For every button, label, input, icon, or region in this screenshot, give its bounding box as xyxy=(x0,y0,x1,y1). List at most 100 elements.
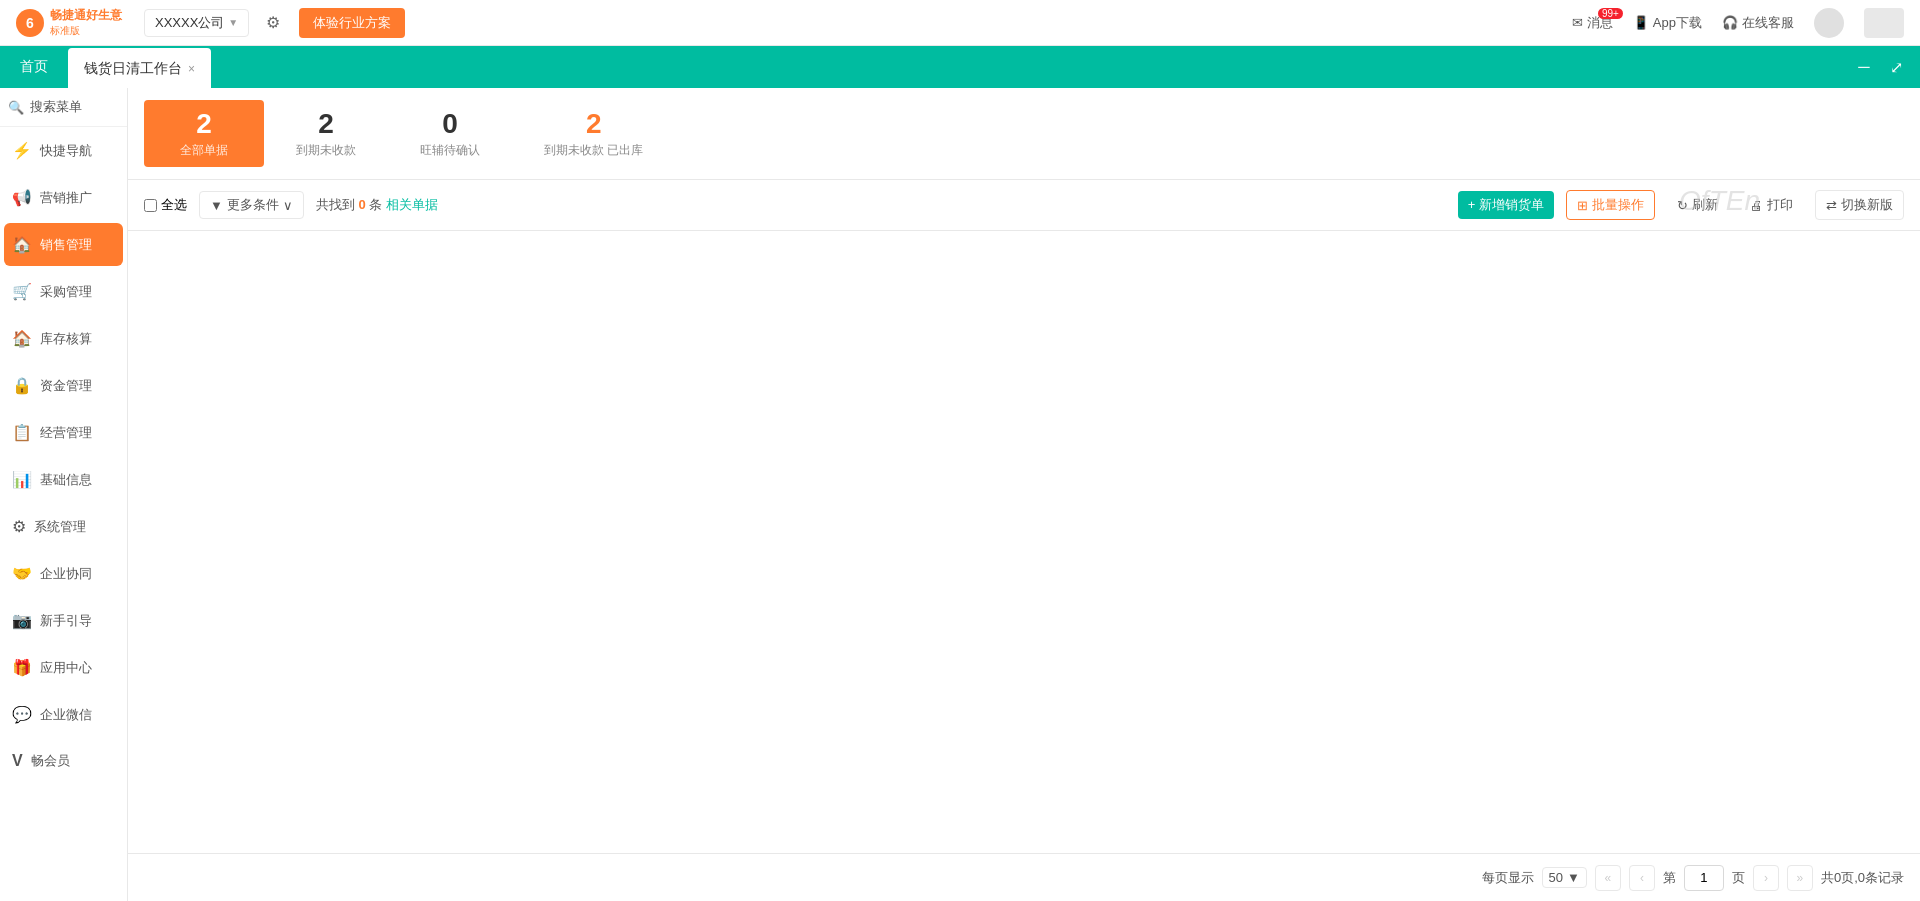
last-page-button[interactable]: » xyxy=(1787,865,1813,891)
sidebar-item-label: 经营管理 xyxy=(40,424,92,442)
stat-card-unshipped[interactable]: 2 到期未收款 已出库 xyxy=(512,100,675,167)
next-page-button[interactable]: › xyxy=(1753,865,1779,891)
filter-icon: ▼ xyxy=(210,198,223,213)
stat-label-unshipped: 到期未收款 已出库 xyxy=(544,142,643,159)
app-download-label: App下载 xyxy=(1653,14,1702,32)
batch-operation-button[interactable]: ⊞ 批量操作 xyxy=(1566,190,1655,220)
cooperation-icon: 🤝 xyxy=(12,564,32,583)
finance-icon: 🔒 xyxy=(12,376,32,395)
online-service-label: 在线客服 xyxy=(1742,14,1794,32)
tab-maximize-button[interactable]: ⤢ xyxy=(1882,53,1910,81)
messages-badge: 99+ xyxy=(1598,8,1623,19)
tab-bar-actions: ─ ⤢ xyxy=(1850,53,1920,81)
guide-icon: 📷 xyxy=(12,611,32,630)
filter-button[interactable]: ▼ 更多条件 ∨ xyxy=(199,191,304,219)
stat-label-all: 全部单据 xyxy=(180,142,228,159)
top-header: 6 畅捷通好生意 标准版 XXXXX公司 ▼ ⚙ 体验行业方案 ✉ 消息 99+… xyxy=(0,0,1920,46)
tab-active-label: 钱货日清工作台 xyxy=(84,60,182,78)
sidebar-item-label: 新手引导 xyxy=(40,612,92,630)
prev-page-button[interactable]: ‹ xyxy=(1629,865,1655,891)
service-icon: 🎧 xyxy=(1722,15,1738,30)
stat-card-all[interactable]: 2 全部单据 xyxy=(144,100,264,167)
select-all-input[interactable] xyxy=(144,199,157,212)
stats-row: 2 全部单据 2 到期未收款 0 旺辅待确认 2 到期未收款 已出库 xyxy=(128,88,1920,180)
sidebar-item-label: 应用中心 xyxy=(40,659,92,677)
sidebar-item-label: 采购管理 xyxy=(40,283,92,301)
tab-close-icon[interactable]: × xyxy=(188,62,195,76)
switch-icon: ⇄ xyxy=(1826,198,1837,213)
toolbar-left: 全选 ▼ 更多条件 ∨ 共找到 0 条 相关单据 xyxy=(144,191,438,219)
sidebar-item-label: 企业微信 xyxy=(40,706,92,724)
sidebar: 🔍 搜索菜单 ⚡ 快捷导航 📢 营销推广 🏠 销售管理 🛒 采购管理 🏠 库存核… xyxy=(0,88,128,901)
online-service-button[interactable]: 🎧 在线客服 xyxy=(1722,14,1794,32)
sidebar-item-finance[interactable]: 🔒 资金管理 xyxy=(4,364,123,407)
page-input[interactable] xyxy=(1684,865,1724,891)
sidebar-item-purchase[interactable]: 🛒 采购管理 xyxy=(4,270,123,313)
sidebar-item-operations[interactable]: 📋 经营管理 xyxy=(4,411,123,454)
download-icon: 📱 xyxy=(1633,15,1649,30)
tab-home[interactable]: 首页 xyxy=(0,46,68,88)
per-page-value: 50 xyxy=(1549,870,1563,885)
switch-version-button[interactable]: ⇄ 切换新版 xyxy=(1815,190,1904,220)
sidebar-item-guide[interactable]: 📷 新手引导 xyxy=(4,599,123,642)
trial-button[interactable]: 体验行业方案 xyxy=(299,8,405,38)
sidebar-item-member[interactable]: V 畅会员 xyxy=(4,740,123,782)
page-prefix-label: 第 xyxy=(1663,869,1676,887)
sidebar-search[interactable]: 🔍 搜索菜单 xyxy=(0,88,127,127)
sidebar-item-app-center[interactable]: 🎁 应用中心 xyxy=(4,646,123,689)
sidebar-item-system[interactable]: ⚙ 系统管理 xyxy=(4,505,123,548)
stat-label-wangdian: 旺辅待确认 xyxy=(420,142,480,159)
toolbar-right: + 新增销货单 ⊞ 批量操作 ↻ 刷新 🖨 打印 ⇄ 切换新版 xyxy=(1458,190,1904,220)
app-download-button[interactable]: 📱 App下载 xyxy=(1633,14,1702,32)
per-page-select[interactable]: 50 ▼ xyxy=(1542,867,1587,888)
sidebar-item-basic-info[interactable]: 📊 基础信息 xyxy=(4,458,123,501)
sidebar-item-label: 系统管理 xyxy=(34,518,86,536)
sidebar-item-marketing[interactable]: 📢 营销推广 xyxy=(4,176,123,219)
select-all-checkbox[interactable]: 全选 xyxy=(144,196,187,214)
print-button[interactable]: 🖨 打印 xyxy=(1740,191,1803,219)
sidebar-item-label: 畅会员 xyxy=(31,752,70,770)
stat-num-wangdian: 0 xyxy=(442,108,458,140)
sidebar-search-label: 搜索菜单 xyxy=(30,98,82,116)
select-all-label: 全选 xyxy=(161,196,187,214)
sidebar-item-label: 资金管理 xyxy=(40,377,92,395)
refresh-icon: ↻ xyxy=(1677,198,1688,213)
avatar[interactable] xyxy=(1814,8,1844,38)
logo-area: 6 畅捷通好生意 标准版 xyxy=(16,7,144,38)
sidebar-item-quick-nav[interactable]: ⚡ 快捷导航 xyxy=(4,129,123,172)
sidebar-item-label: 营销推广 xyxy=(40,189,92,207)
found-text: 共找到 0 条 相关单据 xyxy=(316,196,438,214)
sidebar-item-cooperation[interactable]: 🤝 企业协同 xyxy=(4,552,123,595)
pagination-summary: 共0页,0条记录 xyxy=(1821,869,1904,887)
inventory-icon: 🏠 xyxy=(12,329,32,348)
message-icon: ✉ xyxy=(1572,15,1583,30)
tab-minimize-button[interactable]: ─ xyxy=(1850,53,1878,81)
stat-card-overdue[interactable]: 2 到期未收款 xyxy=(264,100,388,167)
add-order-button[interactable]: + 新增销货单 xyxy=(1458,191,1554,219)
table-area xyxy=(128,231,1920,853)
sidebar-item-sales[interactable]: 🏠 销售管理 xyxy=(4,223,123,266)
toolbar: 全选 ▼ 更多条件 ∨ 共找到 0 条 相关单据 + 新增销货单 ⊞ xyxy=(128,180,1920,231)
company-arrow-icon: ▼ xyxy=(228,17,238,28)
settings-button[interactable]: ⚙ xyxy=(257,7,289,39)
tab-active[interactable]: 钱货日清工作台 × xyxy=(68,48,211,90)
logo-icon: 6 xyxy=(16,9,44,37)
company-selector[interactable]: XXXXX公司 ▼ xyxy=(144,9,249,37)
related-orders-link[interactable]: 相关单据 xyxy=(386,197,438,212)
sidebar-item-inventory[interactable]: 🏠 库存核算 xyxy=(4,317,123,360)
user-dropdown[interactable] xyxy=(1864,8,1904,38)
header-right: ✉ 消息 99+ 📱 App下载 🎧 在线客服 xyxy=(1572,8,1904,38)
sidebar-item-label: 库存核算 xyxy=(40,330,92,348)
company-name: XXXXX公司 xyxy=(155,14,224,32)
wechat-icon: 💬 xyxy=(12,705,32,724)
first-page-button[interactable]: « xyxy=(1595,865,1621,891)
sidebar-item-wechat[interactable]: 💬 企业微信 xyxy=(4,693,123,736)
batch-icon: ⊞ xyxy=(1577,198,1588,213)
content-area: 2 全部单据 2 到期未收款 0 旺辅待确认 2 到期未收款 已出库 全选 xyxy=(128,88,1920,901)
purchase-icon: 🛒 xyxy=(12,282,32,301)
stat-num-all: 2 xyxy=(196,108,212,140)
refresh-button[interactable]: ↻ 刷新 xyxy=(1667,191,1728,219)
app-center-icon: 🎁 xyxy=(12,658,32,677)
stat-card-wangdian[interactable]: 0 旺辅待确认 xyxy=(388,100,512,167)
messages-button[interactable]: ✉ 消息 99+ xyxy=(1572,14,1613,32)
